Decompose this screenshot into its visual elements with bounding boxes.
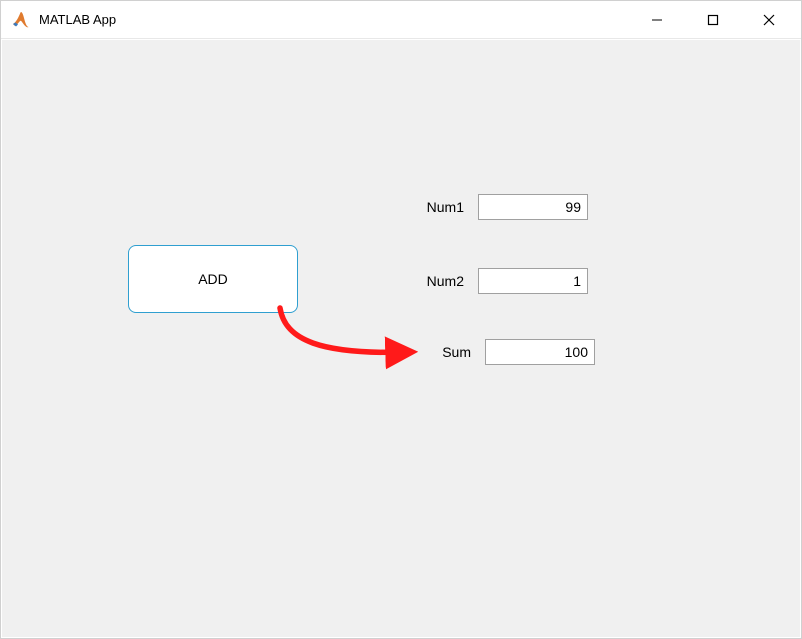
num2-row: Num2 <box>416 268 588 294</box>
window-controls <box>629 1 797 38</box>
minimize-button[interactable] <box>629 1 685 39</box>
window-title: MATLAB App <box>39 12 629 27</box>
client-area: ADD Num1 Num2 Sum <box>2 40 800 637</box>
matlab-icon <box>11 10 31 30</box>
close-button[interactable] <box>741 1 797 39</box>
num2-label: Num2 <box>416 273 464 289</box>
maximize-button[interactable] <box>685 1 741 39</box>
titlebar: MATLAB App <box>1 1 801 39</box>
sum-input[interactable] <box>485 339 595 365</box>
sum-label: Sum <box>423 344 471 360</box>
num1-row: Num1 <box>416 194 588 220</box>
sum-row: Sum <box>423 339 595 365</box>
add-button[interactable]: ADD <box>128 245 298 313</box>
app-window: MATLAB App ADD Num1 Num2 Sum <box>0 0 802 639</box>
num1-label: Num1 <box>416 199 464 215</box>
num1-input[interactable] <box>478 194 588 220</box>
num2-input[interactable] <box>478 268 588 294</box>
